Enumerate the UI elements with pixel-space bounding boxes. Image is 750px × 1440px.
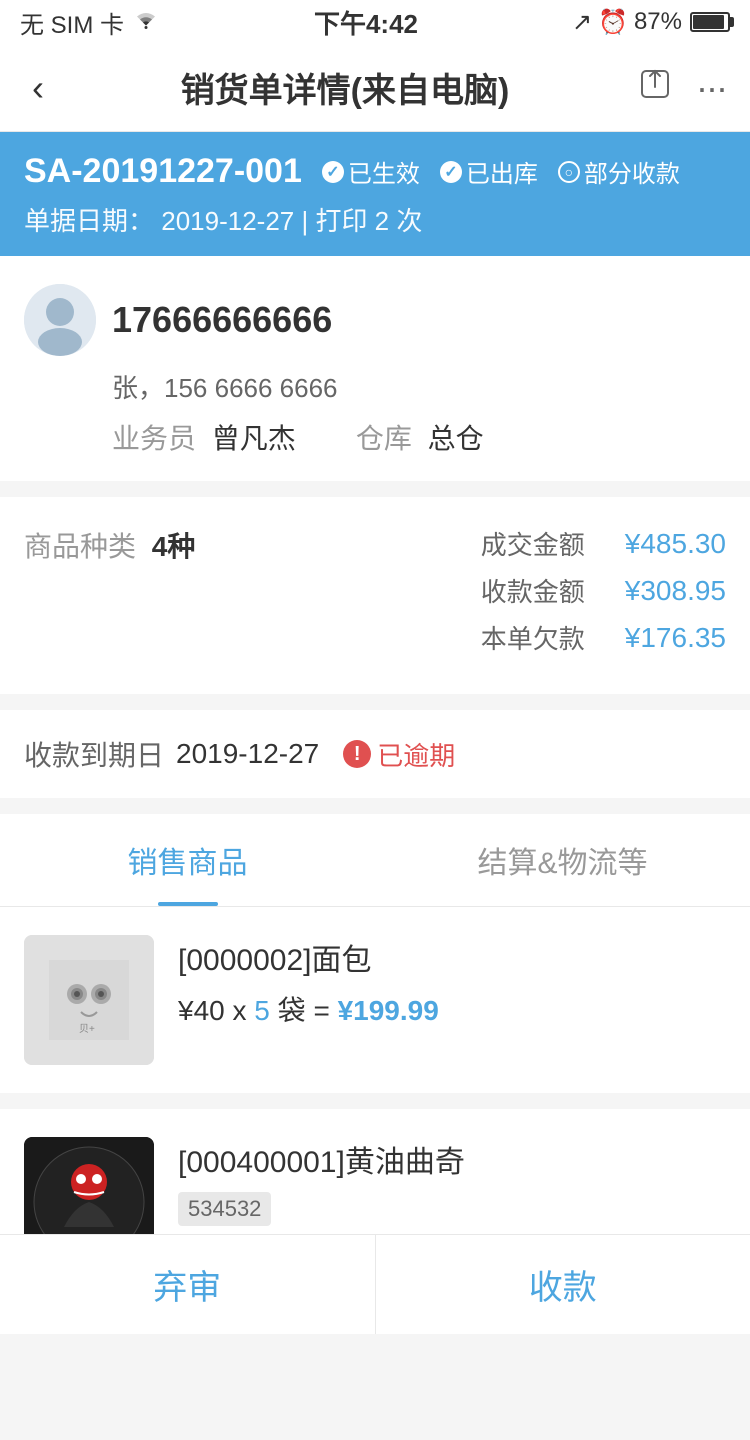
warehouse-info: 仓库 总仓 (356, 417, 484, 457)
nav-actions: ··· (638, 67, 726, 109)
received-value: ¥308.95 (625, 575, 726, 607)
print-info: | 打印 2 次 (301, 206, 422, 236)
avatar (24, 284, 96, 356)
salesman-info: 业务员 曾凡杰 (112, 417, 296, 457)
product-multiply-1: x (233, 995, 255, 1026)
status-time: 下午4:42 (314, 4, 418, 41)
carrier-text: 无 SIM 卡 (20, 5, 124, 40)
svg-text:贝+: 贝+ (79, 1023, 95, 1035)
tab-products[interactable]: 销售商品 (0, 814, 375, 906)
product-price-row-1: ¥40 x 5 袋 = ¥199.99 (178, 989, 726, 1029)
type-label: 商品种类 (24, 531, 136, 562)
customer-meta: 业务员 曾凡杰 仓库 总仓 (112, 417, 726, 457)
date-label: 单据日期： (24, 206, 154, 236)
received-label: 收款金额 (481, 572, 585, 609)
wifi-icon (132, 8, 160, 36)
abandon-review-button[interactable]: 弃审 (0, 1235, 376, 1334)
overdue-dot-icon: ! (343, 740, 371, 768)
order-id: SA-20191227-001 (24, 152, 302, 191)
salesman-value: 曾凡杰 (212, 423, 296, 454)
debt-value: ¥176.35 (625, 622, 726, 654)
status-right: ↗ ⏰ 87% (572, 8, 730, 37)
status-badge-partial: ○ 部分收款 (558, 154, 680, 189)
status-badge-effective: ✓ 已生效 (322, 154, 420, 189)
product-info-1: [0000002]面包 ¥40 x 5 袋 = ¥199.99 (178, 935, 726, 1029)
order-banner: SA-20191227-001 ✓ 已生效 ✓ 已出库 ○ 部分收款 单据日期：… (0, 132, 750, 256)
salesman-label: 业务员 (112, 423, 196, 454)
overdue-text: 已逾期 (377, 736, 455, 773)
check-icon: ✓ (322, 161, 344, 183)
page-title: 销货单详情(来自电脑) (181, 63, 510, 112)
product-name-1: [0000002]面包 (178, 935, 726, 979)
received-row: 收款金额 ¥308.95 (481, 572, 726, 609)
more-icon[interactable]: ··· (696, 67, 726, 109)
product-thumbnail-1: 贝+ (24, 935, 154, 1065)
product-name-2: [000400001]黄油曲奇 (178, 1137, 726, 1181)
status-bar: 无 SIM 卡 下午4:42 ↗ ⏰ 87% (0, 0, 750, 44)
battery-icon (690, 12, 730, 32)
product-tag-2: 534532 (178, 1192, 271, 1226)
order-date-row: 单据日期： 2019-12-27 | 打印 2 次 (24, 201, 726, 238)
list-item: 贝+ [0000002]面包 ¥40 x 5 袋 = ¥199.99 (0, 907, 750, 1093)
battery-percentage: 87% (634, 8, 682, 36)
check-icon-2: ✓ (440, 161, 462, 183)
amount-value: ¥485.30 (625, 528, 726, 560)
product-type-info: 商品种类 4种 (24, 525, 195, 565)
alarm-icon: ⏰ (598, 8, 628, 37)
product-total-1: ¥199.99 (338, 995, 439, 1026)
customer-name-phone: 张，156 6666 6666 (112, 368, 726, 405)
order-date: 2019-12-27 (161, 206, 294, 236)
bottom-bar: 弃审 收款 (0, 1234, 750, 1334)
amount-label: 成交金额 (481, 525, 585, 562)
tabs-section: 销售商品 结算&物流等 (0, 814, 750, 907)
collect-payment-button[interactable]: 收款 (376, 1235, 750, 1334)
customer-section: 17666666666 张，156 6666 6666 业务员 曾凡杰 仓库 总… (0, 256, 750, 481)
clock-icon: ○ (558, 161, 580, 183)
stats-section: 商品种类 4种 成交金额 ¥485.30 收款金额 ¥308.95 本单欠款 ¥… (0, 497, 750, 694)
product-equals-1: = (313, 995, 337, 1026)
customer-phone: 17666666666 (112, 299, 332, 341)
product-price-1: ¥40 (178, 995, 225, 1026)
product-unit-1: 袋 (278, 995, 306, 1026)
overdue-label: 收款到期日 (24, 734, 164, 774)
tab-settlement[interactable]: 结算&物流等 (375, 814, 750, 906)
overdue-badge: ! 已逾期 (343, 736, 455, 773)
warehouse-label: 仓库 (356, 423, 412, 454)
debt-row: 本单欠款 ¥176.35 (481, 619, 726, 656)
warehouse-value: 总仓 (428, 423, 484, 454)
share-icon[interactable] (638, 67, 672, 108)
back-button[interactable]: ‹ (24, 59, 52, 117)
overdue-section: 收款到期日 2019-12-27 ! 已逾期 (0, 710, 750, 798)
product-qty-1: 5 (254, 995, 270, 1026)
overdue-date: 2019-12-27 (176, 738, 319, 770)
status-badge-shipped: ✓ 已出库 (440, 154, 538, 189)
amount-row: 成交金额 ¥485.30 (481, 525, 726, 562)
status-carrier: 无 SIM 卡 (20, 5, 160, 40)
tabs-row: 销售商品 结算&物流等 (0, 814, 750, 907)
financial-stats: 成交金额 ¥485.30 收款金额 ¥308.95 本单欠款 ¥176.35 (481, 525, 726, 666)
nav-bar: ‹ 销货单详情(来自电脑) ··· (0, 44, 750, 132)
type-value: 4种 (152, 531, 196, 562)
debt-label: 本单欠款 (481, 619, 585, 656)
location-icon: ↗ (572, 8, 592, 37)
